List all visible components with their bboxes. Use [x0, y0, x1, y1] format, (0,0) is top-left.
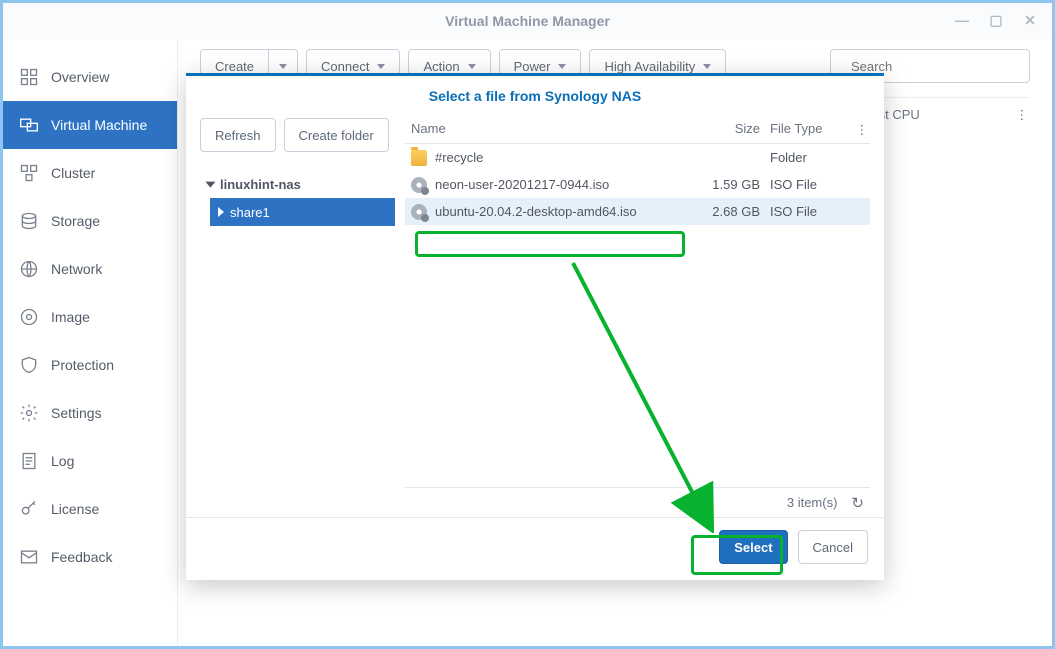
protection-icon [19, 355, 39, 375]
tree-node-label: share1 [230, 205, 270, 220]
sidebar: Overview Virtual Machine Cluster Storage… [3, 39, 178, 646]
tree-node-label: linuxhint-nas [220, 177, 301, 192]
sidebar-item-label: License [51, 501, 99, 517]
sidebar-item-log[interactable]: Log [3, 437, 177, 485]
iso-icon [411, 204, 427, 220]
dialog-title: Select a file from Synology NAS [186, 76, 884, 114]
sidebar-item-label: Log [51, 453, 74, 469]
sidebar-item-overview[interactable]: Overview [3, 53, 177, 101]
vm-icon [19, 115, 39, 135]
overview-icon [19, 67, 39, 87]
window-title: Virtual Machine Manager [445, 13, 610, 29]
sidebar-item-label: Image [51, 309, 90, 325]
sidebar-item-label: Virtual Machine [51, 117, 147, 133]
folder-icon [411, 150, 427, 166]
folder-tree-pane: Refresh Create folder linuxhint-nas shar… [200, 114, 395, 517]
file-status-bar: 3 item(s) ↻ [405, 487, 870, 517]
search-input[interactable] [849, 58, 1029, 75]
caret-down-icon [377, 64, 385, 69]
window-controls: — ▢ ✕ [948, 9, 1044, 31]
file-column-size[interactable]: Size [688, 121, 770, 136]
sidebar-item-label: Cluster [51, 165, 95, 181]
column-host-cpu[interactable]: Host CPU [862, 107, 1012, 122]
sidebar-item-protection[interactable]: Protection [3, 341, 177, 389]
cluster-icon [19, 163, 39, 183]
file-column-name[interactable]: Name [405, 121, 688, 136]
sidebar-item-settings[interactable]: Settings [3, 389, 177, 437]
column-menu-icon[interactable]: ⋯ [1012, 106, 1030, 122]
file-column-type[interactable]: File Type [770, 121, 852, 136]
file-picker-dialog: Select a file from Synology NAS Refresh … [186, 73, 884, 580]
sidebar-item-image[interactable]: Image [3, 293, 177, 341]
sidebar-item-feedback[interactable]: Feedback [3, 533, 177, 581]
sidebar-item-label: Settings [51, 405, 102, 421]
sidebar-item-cluster[interactable]: Cluster [3, 149, 177, 197]
sidebar-item-label: Network [51, 261, 102, 277]
mail-icon [19, 547, 39, 567]
cancel-button[interactable]: Cancel [798, 530, 868, 564]
sidebar-item-label: Protection [51, 357, 114, 373]
tree-caret-icon [205, 182, 215, 188]
file-list: #recycle Folder neon-user-20201217-0944.… [405, 144, 870, 487]
item-count: 3 item(s) [787, 495, 838, 510]
sidebar-item-virtual-machine[interactable]: Virtual Machine [3, 101, 177, 149]
app-window: Virtual Machine Manager — ▢ ✕ Overview V… [0, 0, 1055, 649]
tree-caret-icon [218, 207, 224, 217]
create-folder-button[interactable]: Create folder [284, 118, 389, 152]
caret-down-icon [279, 64, 287, 69]
sidebar-item-storage[interactable]: Storage [3, 197, 177, 245]
tree-node-root[interactable]: linuxhint-nas [200, 170, 395, 198]
sidebar-item-label: Feedback [51, 549, 112, 565]
file-list-pane: Name Size File Type ⋯ #recycle Folder ne… [405, 114, 870, 517]
maximize-icon[interactable]: ▢ [982, 9, 1010, 31]
file-row[interactable]: neon-user-20201217-0944.iso 1.59 GB ISO … [405, 171, 870, 198]
key-icon [19, 499, 39, 519]
select-button[interactable]: Select [719, 530, 787, 564]
log-icon [19, 451, 39, 471]
image-icon [19, 307, 39, 327]
gear-icon [19, 403, 39, 423]
file-column-menu-icon[interactable]: ⋯ [852, 121, 870, 137]
refresh-button[interactable]: Refresh [200, 118, 276, 152]
minimize-icon[interactable]: — [948, 9, 976, 31]
caret-down-icon [558, 64, 566, 69]
tree-node-share1[interactable]: share1 [210, 198, 395, 226]
file-row[interactable]: #recycle Folder [405, 144, 870, 171]
app-icon [13, 9, 35, 31]
window-titlebar: Virtual Machine Manager — ▢ ✕ [3, 3, 1052, 39]
iso-icon [411, 177, 427, 193]
close-icon[interactable]: ✕ [1016, 9, 1044, 31]
network-icon [19, 259, 39, 279]
file-row[interactable]: ubuntu-20.04.2-desktop-amd64.iso 2.68 GB… [405, 198, 870, 225]
sidebar-item-label: Storage [51, 213, 100, 229]
storage-icon [19, 211, 39, 231]
refresh-icon[interactable]: ↻ [851, 494, 864, 512]
caret-down-icon [468, 64, 476, 69]
sidebar-item-network[interactable]: Network [3, 245, 177, 293]
sidebar-item-license[interactable]: License [3, 485, 177, 533]
caret-down-icon [703, 64, 711, 69]
sidebar-item-label: Overview [51, 69, 109, 85]
